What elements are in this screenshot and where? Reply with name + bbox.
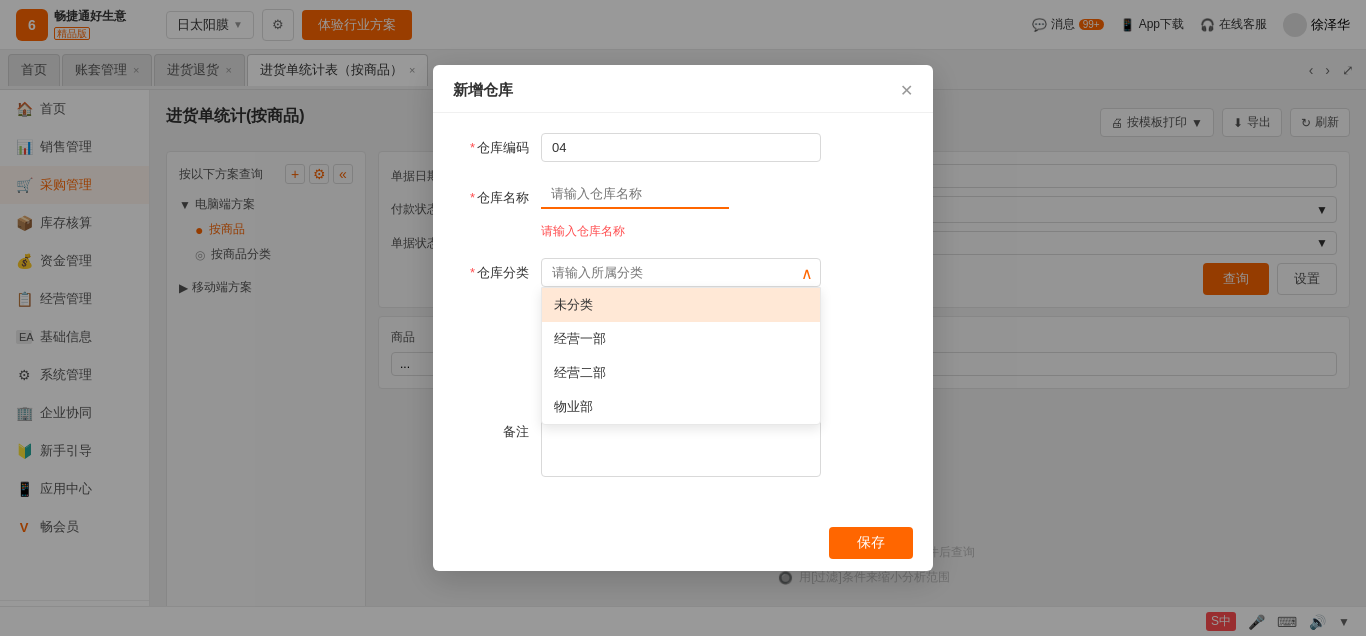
form-row-note: 备注 [457, 417, 909, 477]
name-input[interactable] [541, 180, 729, 209]
note-textarea[interactable] [541, 417, 821, 477]
category-input[interactable] [541, 258, 821, 287]
category-option-3[interactable]: 物业部 [542, 390, 820, 424]
form-row-code: 仓库编码 [457, 133, 909, 162]
modal-header: 新增仓库 ✕ [433, 65, 933, 113]
modal-title: 新增仓库 [453, 81, 513, 100]
category-option-0[interactable]: 未分类 [542, 288, 820, 322]
category-dropdown[interactable]: ∧ 未分类 经营一部 经营二部 物业部 [541, 258, 821, 287]
modal-footer: 保存 [433, 515, 933, 571]
form-row-category: 仓库分类 ∧ 未分类 经营一部 经营二部 物业部 [457, 258, 909, 287]
name-error-tip: 请输入仓库名称 [541, 224, 625, 238]
category-label: 仓库分类 [457, 258, 529, 282]
modal-close-button[interactable]: ✕ [900, 81, 913, 100]
modal-overlay[interactable]: 新增仓库 ✕ 仓库编码 仓库名称 请输入仓库名称 仓库分类 [0, 0, 1366, 636]
code-input[interactable] [541, 133, 821, 162]
category-option-1[interactable]: 经营一部 [542, 322, 820, 356]
note-label: 备注 [457, 417, 529, 441]
add-warehouse-modal: 新增仓库 ✕ 仓库编码 仓库名称 请输入仓库名称 仓库分类 [433, 65, 933, 571]
name-label: 仓库名称 [457, 183, 529, 207]
category-option-2[interactable]: 经营二部 [542, 356, 820, 390]
modal-body: 仓库编码 仓库名称 请输入仓库名称 仓库分类 ∧ [433, 113, 933, 515]
save-button[interactable]: 保存 [829, 527, 913, 559]
form-row-name: 仓库名称 请输入仓库名称 [457, 180, 909, 240]
code-label: 仓库编码 [457, 133, 529, 157]
category-options: 未分类 经营一部 经营二部 物业部 [541, 287, 821, 425]
